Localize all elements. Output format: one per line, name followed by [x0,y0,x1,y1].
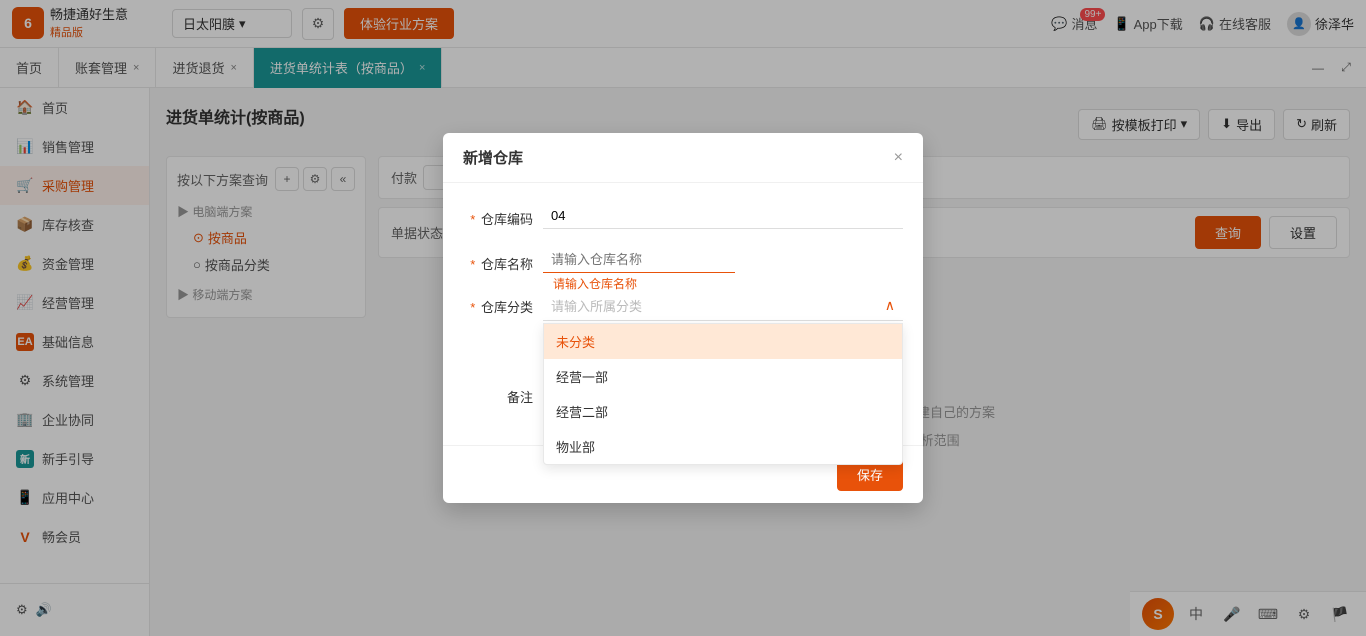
dialog-overlay: 新增仓库 × * 仓库编码 * 仓库名称 [0,0,1366,636]
category-wrapper: 请输入所属分类 ∧ 未分类 经营一部 经营二部 物业部 [543,291,903,321]
category-chevron-icon: ∧ [885,297,895,314]
dropdown-option-dept2[interactable]: 经营二部 [544,394,902,429]
code-label: * 仓库编码 [463,203,543,228]
category-dropdown-list: 未分类 经营一部 经营二部 物业部 [543,323,903,465]
dialog-close-button[interactable]: × [894,149,903,167]
name-label: * 仓库名称 [463,248,543,273]
category-dropdown-toggle[interactable]: 请输入所属分类 ∧ [543,291,903,321]
name-error-message: 请输入仓库名称 [553,275,637,292]
dialog-body: * 仓库编码 * 仓库名称 请输入仓库名称 * [443,183,923,445]
name-required-mark: * [470,257,475,272]
warehouse-code-input[interactable] [543,203,903,229]
category-placeholder: 请输入所属分类 [551,296,642,315]
category-required-mark: * [470,300,475,315]
code-required-mark: * [470,212,475,227]
category-label: * 仓库分类 [463,291,543,316]
warehouse-name-input[interactable] [543,247,735,273]
form-row-code: * 仓库编码 [463,203,903,229]
form-row-name: * 仓库名称 请输入仓库名称 [463,247,903,273]
dialog-title: 新增仓库 [463,147,523,168]
dropdown-option-property[interactable]: 物业部 [544,429,902,464]
dropdown-option-unclassified[interactable]: 未分类 [544,324,902,359]
notes-label: 备注 [463,381,543,406]
dialog-header: 新增仓库 × [443,133,923,183]
form-row-category: * 仓库分类 请输入所属分类 ∧ 未分类 经营一部 经营二部 物业部 [463,291,903,321]
dropdown-option-dept1[interactable]: 经营一部 [544,359,902,394]
add-warehouse-dialog: 新增仓库 × * 仓库编码 * 仓库名称 [443,133,923,503]
